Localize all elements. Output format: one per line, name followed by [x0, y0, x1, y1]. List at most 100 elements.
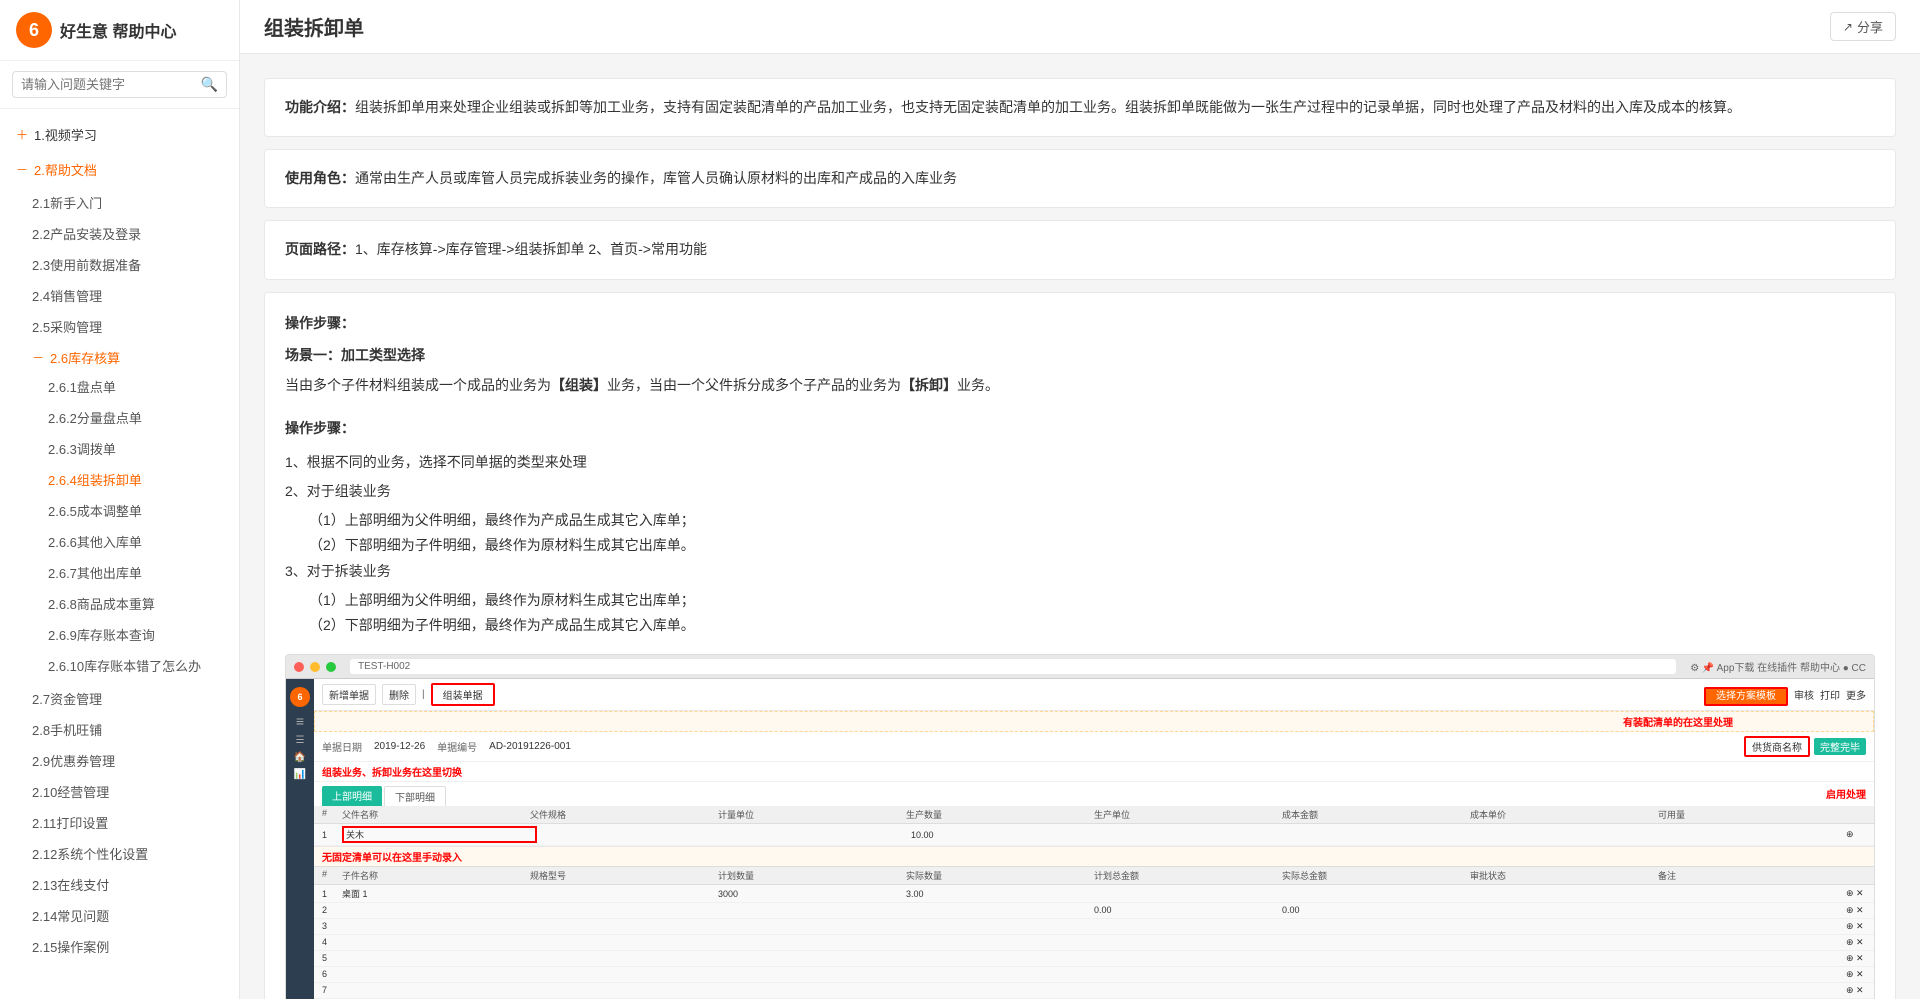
search-input-wrap[interactable]: 🔍 — [12, 71, 227, 98]
cell-qty1: 10.00 — [911, 830, 1098, 840]
lcell-num7: 7 — [322, 985, 342, 996]
lcell-plan1: 3000 — [718, 889, 906, 899]
mock-nav-icon2: ☰ — [296, 735, 305, 746]
nav-sub-s2: 2.1新手入门 2.2产品安装及登录 2.3使用前数据准备 2.4销售管理 2.… — [0, 187, 239, 962]
step2-sub2: （2）下部明细为子件明细，最终作为原材料生成其它出库单。 — [285, 533, 1875, 558]
expand-icon-s1: ＋ — [16, 126, 28, 143]
nav-sub-item-2-6-8[interactable]: 2.6.8商品成本重算 — [48, 588, 239, 619]
mock-enable-input[interactable]: 供货商名称 — [1744, 736, 1810, 757]
collapse-icon-s2-6: － — [32, 349, 44, 366]
nav-sub-item-2-1[interactable]: 2.1新手入门 — [32, 187, 239, 218]
mock-btn-new[interactable]: 新增单据 — [322, 684, 376, 705]
nav-sub-item-2-5[interactable]: 2.5采购管理 — [32, 311, 239, 342]
nav-sub-item-2-10[interactable]: 2.10经营管理 — [32, 776, 239, 807]
mock-left-nav: 6 ≡ ☰ 🏠 📊 — [286, 679, 314, 999]
nav-sub-item-2-13[interactable]: 2.13在线支付 — [32, 869, 239, 900]
path-text: 页面路径：1、库存核算->库存管理->组装拆卸单 2、首页->常用功能 — [285, 237, 1875, 262]
nav-sub-item-2-6-5[interactable]: 2.6.5成本调整单 — [48, 495, 239, 526]
nav-label-s2-6: 2.6库存核算 — [50, 348, 120, 367]
lcell-num5: 5 — [322, 953, 342, 964]
lcell-col2 — [530, 905, 718, 916]
lcell-num2: 2 — [322, 905, 342, 916]
share-button[interactable]: ↗ 分享 — [1830, 12, 1896, 41]
nav-sub-item-2-6-1[interactable]: 2.6.1盘点单 — [48, 371, 239, 402]
lcell-col4 — [906, 905, 1094, 916]
nav-sub-item-2-6-2[interactable]: 2.6.2分量盘点单 — [48, 402, 239, 433]
main-content: 功能介绍：组装拆卸单用来处理企业组装或拆卸等加工业务，支持有固定装配清单的产品加… — [240, 54, 1920, 999]
nav-section-s1[interactable]: ＋ 1.视频学习 — [0, 117, 239, 152]
mock-apply-btn[interactable]: 选择方案模板 — [1704, 687, 1788, 706]
nav-sub-item-2-8[interactable]: 2.8手机旺铺 — [32, 714, 239, 745]
nav-label-s2: 2.帮助文档 — [34, 160, 97, 179]
step3: 3、对于拆装业务 — [285, 559, 1875, 584]
nav-sub-item-2-7[interactable]: 2.7资金管理 — [32, 683, 239, 714]
nav-sub-item-2-2[interactable]: 2.2产品安装及登录 — [32, 218, 239, 249]
steps-section: 操作步骤： 场景一：加工类型选择 当由多个子件材料组装成一个成品的业务为【组装】… — [264, 292, 1896, 999]
mock-btn-del[interactable]: 删除 — [382, 684, 416, 705]
mock-type-select-wrap: 组装单据 — [431, 683, 495, 706]
nav-sub-item-2-3[interactable]: 2.3使用前数据准备 — [32, 249, 239, 280]
lcell-empty3 — [342, 921, 1846, 932]
search-icon[interactable]: 🔍 — [201, 76, 218, 93]
lcell-num1: 1 — [322, 889, 342, 899]
mock-nav-icon3: 🏠 — [294, 752, 306, 763]
col-cost: 成本金额 — [1282, 808, 1470, 821]
lcell-op2: ⊕ ✕ — [1846, 905, 1866, 916]
col-op — [1846, 808, 1866, 821]
lcell-actual1: 3.00 — [906, 889, 1094, 899]
nav-sub-item-2-6-6[interactable]: 2.6.6其他入库单 — [48, 526, 239, 557]
nav-sub-item-2-4[interactable]: 2.4销售管理 — [32, 280, 239, 311]
nav-sub-item-2-14[interactable]: 2.14常见问题 — [32, 900, 239, 931]
nav-sub-item-2-6-7[interactable]: 2.6.7其他出库单 — [48, 557, 239, 588]
mock-btn-audit[interactable]: 审核 — [1794, 687, 1814, 702]
cell-parent-name1: 关木 — [342, 826, 537, 843]
mock-tab-disassemble[interactable]: 下部明细 — [384, 786, 446, 806]
mock-toolbar: 新增单据 删除 | 组装单据 选择方案模板 — [314, 679, 1874, 711]
lcell-op1: ⊕ ✕ — [1846, 888, 1866, 899]
mock-apply-wrap: 选择方案模板 — [1704, 687, 1788, 702]
nav-section-s2-6[interactable]: － 2.6库存核算 — [32, 342, 239, 371]
lcell-op7: ⊕ ✕ — [1846, 985, 1866, 996]
mock-tab-assemble[interactable]: 上部明细 — [322, 786, 382, 806]
nav-sub-item-2-6-4[interactable]: 2.6.4组装拆卸单 — [48, 464, 239, 495]
col-remark: 备注 — [1658, 869, 1846, 882]
search-input[interactable] — [21, 77, 201, 92]
lcell-num3: 3 — [322, 921, 342, 932]
nav-sub-item-2-6-9[interactable]: 2.6.9库存账本查询 — [48, 619, 239, 650]
mock-btn-more[interactable]: 更多 — [1846, 687, 1866, 702]
mock-id-label: 单据编号 — [437, 739, 477, 754]
mock-lower-row1: 1 桌面 1 3000 3.00 ⊕ ✕ — [314, 885, 1874, 903]
mock-form-row: 单据日期 2019-12-26 单据编号 AD-20191226-001 供货商… — [314, 732, 1874, 762]
scenario1-desc: 当由多个子件材料组装成一个成品的业务为【组装】业务，当由一个父件拆分成多个子产品… — [285, 373, 1875, 398]
mock-lower-row3: 3 ⊕ ✕ — [314, 919, 1874, 935]
annotation1-text: 有装配清单的在这里处理 — [314, 711, 1874, 732]
nav-sub-item-2-15[interactable]: 2.15操作案例 — [32, 931, 239, 962]
lcell-op3: ⊕ ✕ — [1846, 921, 1866, 932]
col-parent-spec: 父件规格 — [530, 808, 718, 821]
col-actual-qty: 实际数量 — [906, 869, 1094, 882]
nav-sub-item-2-12[interactable]: 2.12系统个性化设置 — [32, 838, 239, 869]
mock-btn-print[interactable]: 打印 — [1820, 687, 1840, 702]
mock-confirm-btn[interactable]: 完整完毕 — [1814, 738, 1866, 755]
nav-sub-item-2-6-10[interactable]: 2.6.10库存账本错了怎么办 — [48, 650, 239, 681]
nav-sub-item-2-9[interactable]: 2.9优惠券管理 — [32, 745, 239, 776]
nav-label-s1: 1.视频学习 — [34, 125, 97, 144]
nav-section-s2[interactable]: － 2.帮助文档 — [0, 152, 239, 187]
nav-list: ＋ 1.视频学习 － 2.帮助文档 2.1新手入门 2.2产品安装及登录 2.3… — [0, 109, 239, 999]
mock-enable-wrap: 供货商名称 完整完毕 — [1744, 736, 1866, 757]
annotation3-text: 启用处理 — [1826, 786, 1866, 806]
role-card: 使用角色：通常由生产人员或库管人员完成拆装业务的操作，库管人员确认原材料的出库和… — [264, 149, 1896, 208]
mock-upper-table: # 父件名称 父件规格 计量单位 生产数量 生产单位 成本金额 成本单价 可用量 — [314, 806, 1874, 847]
nav-sub-item-2-11[interactable]: 2.11打印设置 — [32, 807, 239, 838]
nav-sub-item-2-6-3[interactable]: 2.6.3调拨单 — [48, 433, 239, 464]
mock-type-select[interactable]: 组装单据 — [431, 683, 495, 706]
mock-lower-row2: 2 0.00 0.00 ⊕ ✕ — [314, 903, 1874, 919]
path-card: 页面路径：1、库存核算->库存管理->组装拆卸单 2、首页->常用功能 — [264, 220, 1896, 279]
lcell-col6: 0.00 — [1282, 905, 1470, 916]
step3-sub2: （2）下部明细为子件明细，最终作为产成品生成其它入库单。 — [285, 613, 1875, 638]
sidebar: 6 好生意 帮助中心 🔍 ＋ 1.视频学习 － 2.帮助文档 2.1新手入门 2… — [0, 0, 240, 999]
col-num-l: # — [322, 869, 342, 882]
scenario1-label: 场景一：加工类型选择 — [285, 345, 1875, 365]
mock-upper-header: # 父件名称 父件规格 计量单位 生产数量 生产单位 成本金额 成本单价 可用量 — [314, 806, 1874, 824]
mock-lower-row6: 6 ⊕ ✕ — [314, 967, 1874, 983]
